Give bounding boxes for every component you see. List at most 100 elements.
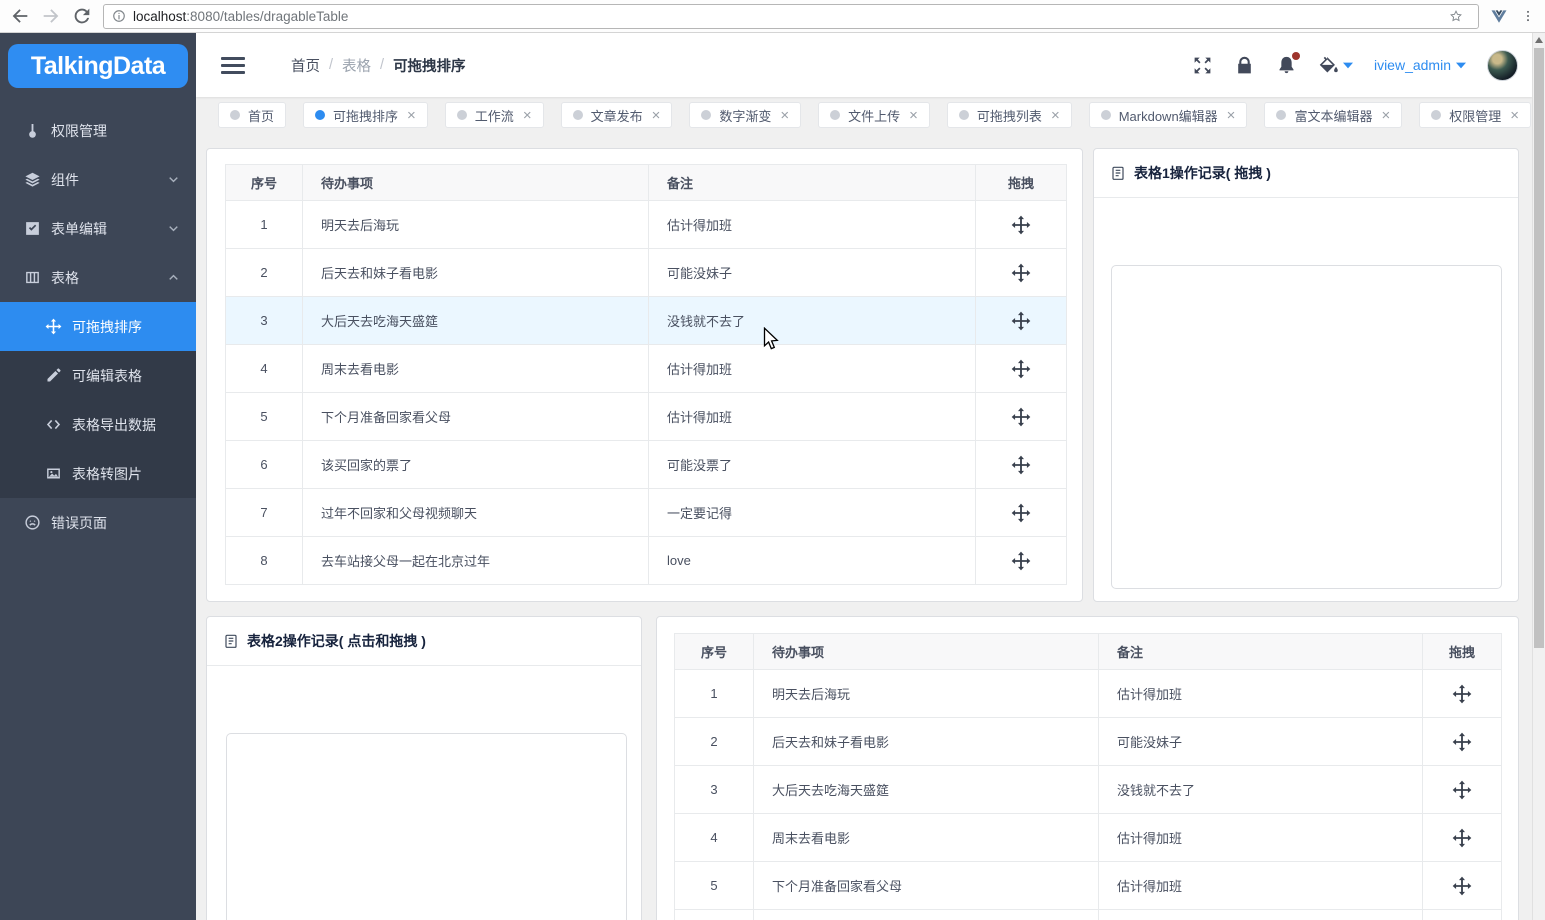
drag-handle-icon[interactable] (1452, 780, 1472, 800)
table-row[interactable]: 1 明天去后海玩 估计得加班 (674, 669, 1502, 718)
hamburger-menu-icon[interactable] (221, 56, 245, 74)
tab-close-icon[interactable]: × (407, 108, 416, 123)
drag-handle-icon[interactable] (1011, 215, 1031, 235)
drag-handle-icon[interactable] (1011, 455, 1031, 475)
tab-close-icon[interactable]: × (1510, 108, 1519, 123)
tab-label: 工作流 (474, 108, 514, 124)
table-row[interactable]: 6该买回家的票了可能没票了 (674, 909, 1502, 920)
sidebar: TalkingData 权限管理组件 表单编辑 表格可拖拽排序可编辑表格 表格导出数据… (0, 33, 196, 920)
tab-可拖拽列表[interactable]: 可拖拽列表 × (946, 102, 1072, 128)
cell-note: 估计得加班 (1098, 813, 1423, 862)
sidebar-item[interactable]: 权限管理 (0, 106, 196, 155)
cell-index: 3 (674, 765, 754, 814)
tab-可拖拽排序[interactable]: 可拖拽排序 × (303, 102, 428, 128)
table-row[interactable]: 3 大后天去吃海天盛筵 没钱就不去了 (225, 296, 1067, 345)
address-bar[interactable]: localhost:8080/tables/dragableTable (103, 3, 1479, 29)
sidebar-item[interactable]: 表单编辑 (0, 204, 196, 253)
tab-数字渐变[interactable]: 数字渐变 × (689, 102, 802, 128)
breadcrumb-item[interactable]: 表格 (342, 55, 371, 76)
username: iview_admin (1373, 57, 1451, 73)
user-dropdown[interactable]: iview_admin (1374, 57, 1466, 73)
cell-note: 可能没妹子 (1098, 717, 1423, 766)
tab-close-icon[interactable]: × (780, 108, 789, 123)
drag-handle-icon[interactable] (1452, 684, 1472, 704)
drag-handle-icon[interactable] (1011, 503, 1031, 523)
table-row[interactable]: 4 周末去看电影 估计得加班 (674, 813, 1502, 862)
drag-handle-icon[interactable] (1011, 263, 1031, 283)
tab-close-icon[interactable]: × (523, 108, 532, 123)
table-row[interactable]: 2 后天去和妹子看电影 可能没妹子 (225, 248, 1067, 297)
tab-close-icon[interactable]: × (909, 108, 918, 123)
breadcrumb-item[interactable]: 首页 (291, 55, 320, 76)
table-row[interactable]: 8 去车站接父母一起在北京过年 love (225, 536, 1067, 585)
vue-devtools-icon[interactable] (1489, 7, 1509, 25)
browser-forward-icon[interactable] (40, 5, 62, 27)
tab-close-icon[interactable]: × (1381, 108, 1390, 123)
tab-首页[interactable]: 首页 (218, 102, 287, 128)
tab-dot-icon (701, 110, 712, 120)
drag-handle-icon[interactable] (1452, 828, 1472, 848)
browser-refresh-icon[interactable] (71, 5, 93, 27)
drag-handle-icon[interactable] (1452, 732, 1472, 752)
permission-icon (24, 122, 41, 139)
drag-handle-icon[interactable] (1452, 876, 1472, 896)
logo[interactable]: TalkingData (0, 33, 196, 99)
tab-dot-icon (1276, 110, 1287, 120)
sidebar-item[interactable]: 表格转图片 (0, 449, 196, 498)
chevron-down-icon (1342, 62, 1353, 69)
table-row[interactable]: 7 过年不回家和父母视频聊天 一定要记得 (225, 488, 1067, 537)
column-header: 待办事项 (302, 164, 649, 201)
tab-close-icon[interactable]: × (1227, 108, 1236, 123)
table-row[interactable]: 4 周末去看电影 估计得加班 (225, 344, 1067, 393)
tab-close-icon[interactable]: × (1051, 108, 1060, 123)
column-header: 备注 (1098, 633, 1423, 670)
scroll-up-icon[interactable] (1533, 33, 1545, 47)
tab-权限管理[interactable]: 权限管理 × (1419, 102, 1531, 128)
cell-drag (975, 536, 1067, 585)
sidebar-item[interactable]: 表格 (0, 253, 196, 302)
bookmark-star-icon[interactable] (1449, 9, 1463, 23)
sidebar-item-label: 可拖拽排序 (72, 318, 142, 335)
drag-handle-icon[interactable] (1011, 311, 1031, 331)
table-row[interactable]: 5 下个月准备回家看父母 估计得加班 (225, 392, 1067, 441)
browser-menu-icon[interactable] (1521, 7, 1535, 25)
theme-switch-dropdown[interactable] (1318, 55, 1353, 76)
avatar[interactable] (1487, 49, 1518, 81)
sidebar-item[interactable]: 可拖拽排序 (0, 302, 196, 351)
sidebar-item[interactable]: 错误页面 (0, 498, 196, 547)
table-row[interactable]: 5 下个月准备回家看父母 估计得加班 (674, 861, 1502, 910)
info-icon[interactable] (112, 9, 126, 23)
cell-note: 可能没妹子 (648, 248, 976, 297)
tab-close-icon[interactable]: × (652, 108, 661, 123)
cell-drag (1422, 861, 1502, 910)
cell-note: 估计得加班 (648, 344, 976, 393)
sidebar-item[interactable]: 组件 (0, 155, 196, 204)
tab-dot-icon (315, 110, 326, 120)
sidebar-submenu: 可拖拽排序可编辑表格 表格导出数据 表格转图片 (0, 302, 196, 498)
editable-table-icon (45, 367, 62, 384)
drag-handle-icon[interactable] (1011, 359, 1031, 379)
column-header: 拖拽 (1422, 633, 1502, 670)
clipboard-icon (1110, 165, 1126, 181)
table-row[interactable]: 6该买回家的票了可能没票了 (225, 440, 1067, 489)
sidebar-item[interactable]: 表格导出数据 (0, 400, 196, 449)
page-scrollbar[interactable] (1532, 33, 1545, 920)
table-row[interactable]: 3 大后天去吃海天盛筵 没钱就不去了 (674, 765, 1502, 814)
browser-back-icon[interactable] (9, 5, 31, 27)
sidebar-item-label: 权限管理 (51, 122, 107, 139)
drag-handle-icon[interactable] (1011, 551, 1031, 571)
tab-工作流[interactable]: 工作流 × (444, 102, 544, 128)
tab-富文本编辑器[interactable]: 富文本编辑器 × (1264, 102, 1403, 128)
sidebar-item[interactable]: 可编辑表格 (0, 351, 196, 400)
table-row[interactable]: 2 后天去和妹子看电影 可能没妹子 (674, 717, 1502, 766)
drag-handle-icon[interactable] (1011, 407, 1031, 427)
tab-文章发布[interactable]: 文章发布 × (560, 102, 673, 128)
table-row[interactable]: 1 明天去后海玩 估计得加班 (225, 200, 1067, 249)
fullscreen-icon[interactable] (1192, 55, 1213, 76)
tab-文件上传[interactable]: 文件上传 × (818, 102, 930, 128)
notifications-icon[interactable] (1276, 51, 1300, 76)
scrollbar-thumb[interactable] (1534, 48, 1544, 648)
tab-Markdown编辑器[interactable]: Markdown编辑器 × (1088, 102, 1248, 128)
tab-label: 富文本编辑器 (1294, 108, 1373, 124)
lock-icon[interactable] (1234, 55, 1255, 76)
